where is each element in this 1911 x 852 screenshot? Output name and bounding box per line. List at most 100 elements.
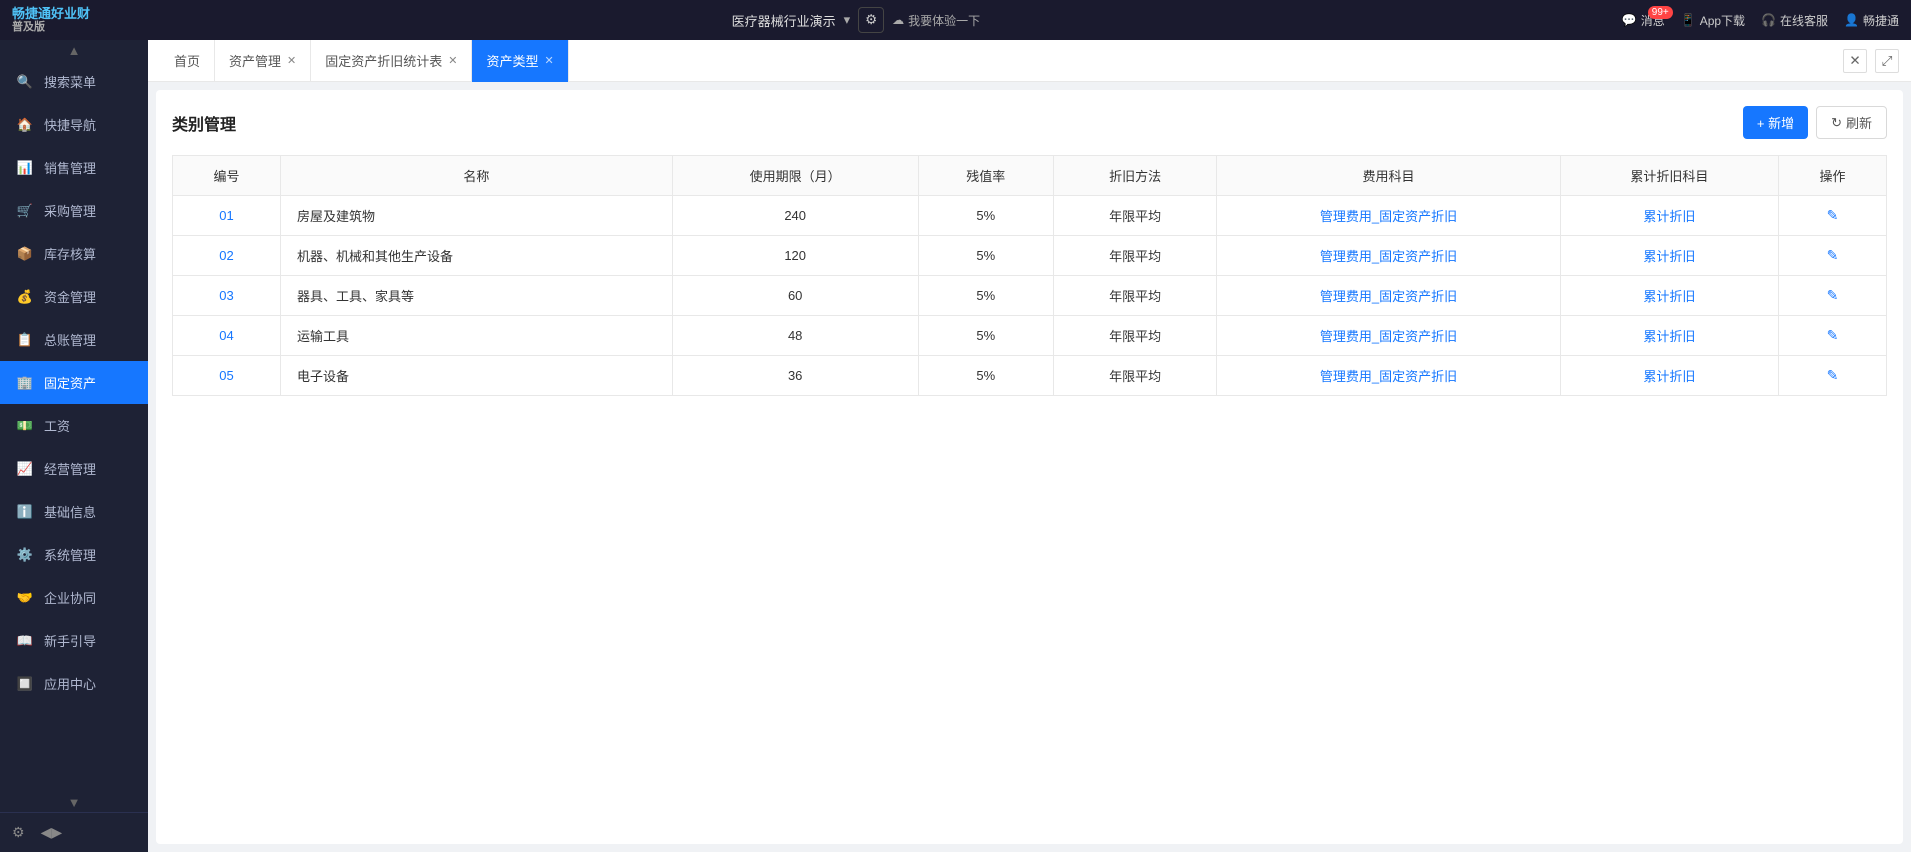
table-body: 01 房屋及建筑物 240 5% 年限平均 管理费用_固定资产折旧 累计折旧 ✎… [173,196,1887,396]
cell-accum: 累计折旧 [1560,356,1778,396]
app-download-button[interactable]: 📱 App下载 [1681,12,1745,29]
cell-months: 240 [672,196,918,236]
cell-method: 年限平均 [1054,236,1217,276]
cloud-icon: ☁ [892,13,904,27]
sidebar-item-fixed-assets[interactable]: 🏢 固定资产 [0,361,148,404]
tabs-bar: 首页资产管理✕固定资产折旧统计表✕资产类型✕ ✕ ⤢ [148,40,1911,82]
cell-name: 运输工具 [281,316,673,356]
sidebar-item-system[interactable]: ⚙️ 系统管理 [0,533,148,576]
edit-icon[interactable]: ✎ [1827,207,1839,223]
sidebar-bottom: ⚙ ◀▶ [0,812,148,852]
sidebar-item-label: 企业协同 [44,588,96,607]
cell-no: 02 [173,236,281,276]
experience-button[interactable]: ☁ 我要体验一下 [892,12,980,29]
sales-icon: 📊 [16,159,34,177]
cell-expense: 管理费用_固定资产折旧 [1217,196,1561,236]
cell-action[interactable]: ✎ [1778,316,1886,356]
cell-action[interactable]: ✎ [1778,356,1886,396]
tab-label: 首页 [174,51,200,70]
sidebar-item-label: 销售管理 [44,158,96,177]
sidebar-item-guide[interactable]: 📖 新手引导 [0,619,148,662]
sidebar-item-label: 采购管理 [44,201,96,220]
sidebar-scroll-down[interactable]: ▼ [0,792,148,812]
tab-label: 固定资产折旧统计表 [325,51,442,70]
cell-no: 05 [173,356,281,396]
settings-bottom-icon[interactable]: ⚙ [12,824,25,841]
fixed-assets-icon: 🏢 [16,374,34,392]
tab-home[interactable]: 首页 [160,40,215,82]
sidebar-item-payroll[interactable]: 💵 工资 [0,404,148,447]
refresh-button[interactable]: ↻ 刷新 [1816,106,1887,139]
sidebar-item-search[interactable]: 🔍 搜索菜单 [0,60,148,103]
tab-depreciation-table[interactable]: 固定资产折旧统计表 ✕ [311,40,472,82]
user-avatar[interactable]: 👤 畅捷通 [1844,12,1899,29]
messages-button[interactable]: 💬 消息 99+ [1622,12,1665,29]
headset-icon: 🎧 [1761,13,1776,27]
sidebar: ▲ 🔍 搜索菜单 🏠 快捷导航 📊 销售管理 🛒 采购管理 📦 库存核算 💰 资… [0,40,148,852]
sidebar-item-operations[interactable]: 📈 经营管理 [0,447,148,490]
funds-icon: 💰 [16,288,34,306]
cell-months: 48 [672,316,918,356]
content-area: 首页资产管理✕固定资产折旧统计表✕资产类型✕ ✕ ⤢ 类别管理 + 新增 ↻ 刷… [148,40,1911,852]
tab-asset-type[interactable]: 资产类型✕ [472,40,568,82]
basic-info-icon: ℹ️ [16,503,34,521]
cell-method: 年限平均 [1054,196,1217,236]
sidebar-item-basic-info[interactable]: ℹ️ 基础信息 [0,490,148,533]
cell-method: 年限平均 [1054,276,1217,316]
sidebar-item-inventory[interactable]: 📦 库存核算 [0,232,148,275]
close-tab-button[interactable]: ✕ [1843,49,1867,73]
sidebar-item-label: 固定资产 [44,373,96,392]
sidebar-item-ledger[interactable]: 📋 总账管理 [0,318,148,361]
cell-method: 年限平均 [1054,316,1217,356]
cell-name: 器具、工具、家具等 [281,276,673,316]
sidebar-item-funds[interactable]: 💰 资金管理 [0,275,148,318]
online-service-button[interactable]: 🎧 在线客服 [1761,12,1828,29]
sidebar-item-label: 资金管理 [44,287,96,306]
sidebar-scroll-up[interactable]: ▲ [0,40,148,60]
settings-button[interactable]: ⚙ [858,7,884,33]
tab-label: 资产管理 [229,51,281,70]
tab-close-icon[interactable]: ✕ [448,54,457,67]
table-col-header: 累计折旧科目 [1560,156,1778,196]
edit-icon[interactable]: ✎ [1827,327,1839,343]
header-actions: + 新增 ↻ 刷新 [1743,106,1887,139]
system-icon: ⚙️ [16,546,34,564]
cell-action[interactable]: ✎ [1778,236,1886,276]
sidebar-item-sales[interactable]: 📊 销售管理 [0,146,148,189]
maximize-tab-button[interactable]: ⤢ [1875,49,1899,73]
quick-nav-icon: 🏠 [16,116,34,134]
cell-residual: 5% [918,236,1054,276]
cell-expense: 管理费用_固定资产折旧 [1217,236,1561,276]
topbar-left: 畅捷通好业财 普及版 [12,6,90,35]
edit-icon[interactable]: ✎ [1827,367,1839,383]
cell-residual: 5% [918,276,1054,316]
cell-accum: 累计折旧 [1560,316,1778,356]
purchase-icon: 🛒 [16,202,34,220]
tab-close-icon[interactable]: ✕ [545,54,554,67]
cell-expense: 管理费用_固定资产折旧 [1217,356,1561,396]
cell-method: 年限平均 [1054,356,1217,396]
tabs-right-actions: ✕ ⤢ [1843,49,1899,73]
sidebar-item-label: 基础信息 [44,502,96,521]
sidebar-item-purchase[interactable]: 🛒 采购管理 [0,189,148,232]
cell-name: 房屋及建筑物 [281,196,673,236]
messages-badge: 99+ [1648,6,1673,19]
sidebar-item-enterprise[interactable]: 🤝 企业协同 [0,576,148,619]
tab-close-icon[interactable]: ✕ [287,54,296,67]
table-row: 05 电子设备 36 5% 年限平均 管理费用_固定资产折旧 累计折旧 ✎ [173,356,1887,396]
new-button[interactable]: + 新增 [1743,106,1808,139]
edit-icon[interactable]: ✎ [1827,247,1839,263]
sidebar-item-quick-nav[interactable]: 🏠 快捷导航 [0,103,148,146]
cell-months: 120 [672,236,918,276]
cell-name: 机器、机械和其他生产设备 [281,236,673,276]
collapse-sidebar-icon[interactable]: ◀▶ [41,824,63,841]
sidebar-item-label: 新手引导 [44,631,96,650]
cell-action[interactable]: ✎ [1778,276,1886,316]
sidebar-item-app-center[interactable]: 🔲 应用中心 [0,662,148,705]
edit-icon[interactable]: ✎ [1827,287,1839,303]
asset-types-table: 编号名称使用期限（月）残值率折旧方法费用科目累计折旧科目操作 01 房屋及建筑物… [172,155,1887,396]
tab-asset-mgmt[interactable]: 资产管理 ✕ [215,40,311,82]
page-header: 类别管理 + 新增 ↻ 刷新 [172,106,1887,139]
table-row: 04 运输工具 48 5% 年限平均 管理费用_固定资产折旧 累计折旧 ✎ [173,316,1887,356]
cell-action[interactable]: ✎ [1778,196,1886,236]
